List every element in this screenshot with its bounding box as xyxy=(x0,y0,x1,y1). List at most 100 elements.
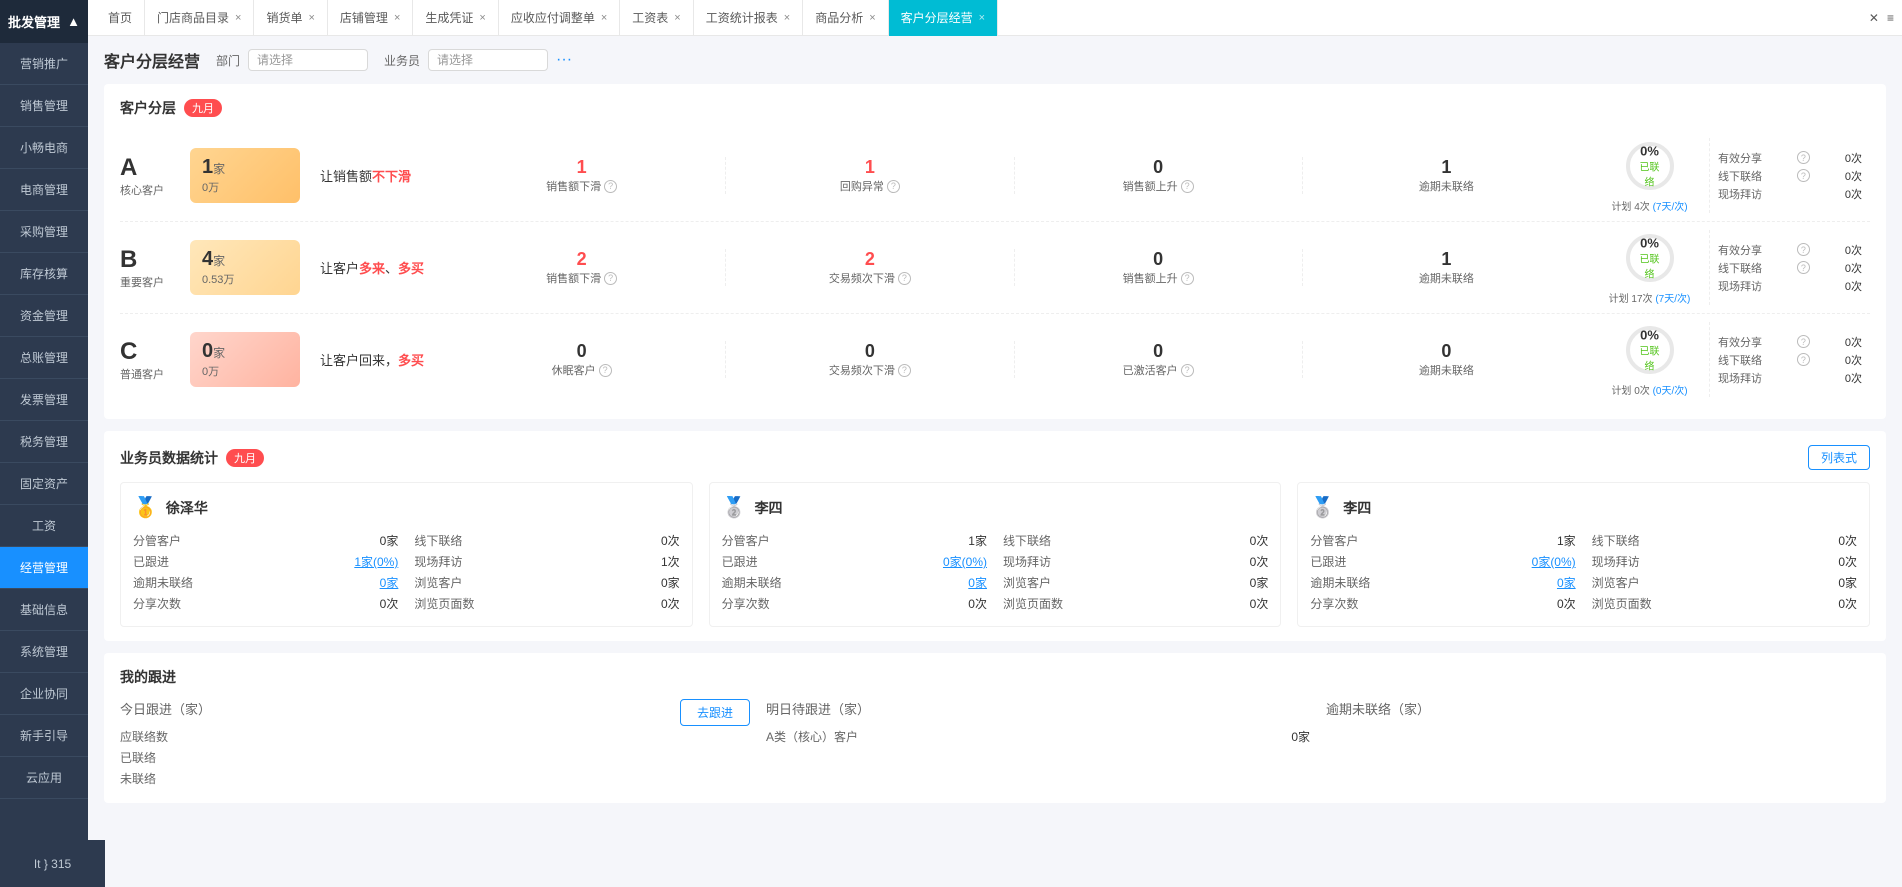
tier-label-B: B重要客户 xyxy=(120,246,190,290)
rep-header-2: 🥈李四 xyxy=(1310,495,1857,520)
tier-circle-C: 0% 已联络 计划 0次 (0天/次) xyxy=(1590,322,1710,397)
list-view-btn[interactable]: 列表式 xyxy=(1808,445,1870,470)
rep-stat-row: 分享次数0次 xyxy=(133,593,398,614)
sidebar-item-发票管理[interactable]: 发票管理 xyxy=(0,379,88,421)
sidebar-item-库存核算[interactable]: 库存核算 xyxy=(0,253,88,295)
follow-today-row-2: 已联络 xyxy=(120,747,664,768)
tab-店铺管理[interactable]: 店铺管理× xyxy=(328,0,413,36)
tier-right-stats-A: 有效分享?0次线下联络?0次现场拜访0次 xyxy=(1710,149,1870,203)
stat-item: 0销售额上升? xyxy=(1015,157,1303,194)
sidebar-item-小畅电商[interactable]: 小畅电商 xyxy=(0,127,88,169)
rep-stat-row: 逾期未联络0家 xyxy=(133,572,398,593)
rep-card-1: 🥈李四分管客户1家已跟进0家(0%)逾期未联络0家分享次数0次线下联络0次现场拜… xyxy=(709,482,1282,627)
right-stat-row: 现场拜访0次 xyxy=(1718,185,1862,203)
tab-close-商品分析[interactable]: × xyxy=(869,12,875,24)
rep-stat-row: 已跟进1家(0%) xyxy=(133,551,398,572)
tab-actions[interactable]: ✕ ≡ xyxy=(1869,11,1894,25)
follow-today-col: 今日跟进（家） 应联络数 已联络 未联络 xyxy=(120,699,664,789)
staff-select[interactable]: 请选择 xyxy=(428,49,548,71)
follow-tomorrow-col: 明日待跟进（家） A类（核心）客户 0家 xyxy=(766,699,1310,747)
page-header: 客户分层经营 部门 请选择 业务员 请选择 ··· xyxy=(104,48,1886,72)
tab-应收应付调整单[interactable]: 应收应付调整单× xyxy=(499,0,620,36)
stat-item: 0逾期未联络 xyxy=(1303,341,1590,378)
content-area: 客户分层经营 部门 请选择 业务员 请选择 ··· 客户分层 九月 A核心客户1 xyxy=(88,36,1902,887)
rep-stat-row: 现场拜访0次 xyxy=(1003,551,1268,572)
tab-close-店铺管理[interactable]: × xyxy=(394,12,400,24)
sidebar-item-新手引导[interactable]: 新手引导 xyxy=(0,715,88,757)
sidebar-item-系统管理[interactable]: 系统管理 xyxy=(0,631,88,673)
rep-stat-row: 线下联络0次 xyxy=(1003,530,1268,551)
sidebar-item-基础信息[interactable]: 基础信息 xyxy=(0,589,88,631)
rep-header-1: 🥈李四 xyxy=(722,495,1269,520)
rep-name-0: 徐泽华 xyxy=(166,498,208,518)
circle-svg-A: 0% 已联络 xyxy=(1622,138,1678,194)
stat-item: 2交易频次下滑? xyxy=(726,249,1014,286)
tab-menu-icon[interactable]: ≡ xyxy=(1887,11,1894,25)
dept-select[interactable]: 请选择 xyxy=(248,49,368,71)
stat-item: 2销售额下滑? xyxy=(438,249,726,286)
sidebar-item-销售管理[interactable]: 销售管理 xyxy=(0,85,88,127)
tab-客户分层经营[interactable]: 客户分层经营× xyxy=(889,0,998,36)
more-filter-btn[interactable]: ··· xyxy=(556,51,572,69)
tab-close-工资统计报表[interactable]: × xyxy=(784,12,790,24)
sidebar-item-固定资产[interactable]: 固定资产 xyxy=(0,463,88,505)
sidebar-item-资金管理[interactable]: 资金管理 xyxy=(0,295,88,337)
tab-生成凭证[interactable]: 生成凭证× xyxy=(413,0,498,36)
follow-today-title: 今日跟进（家） xyxy=(120,699,664,718)
follow-section-title: 我的跟进 xyxy=(120,667,176,687)
right-stat-row: 有效分享?0次 xyxy=(1718,149,1862,167)
tab-销货单[interactable]: 销货单× xyxy=(254,0,327,36)
tab-close-客户分层经营[interactable]: × xyxy=(979,12,985,24)
close-all-icon[interactable]: ✕ xyxy=(1869,11,1879,25)
rep-icon-0: 🥇 xyxy=(133,495,158,520)
sidebar-item-云应用[interactable]: 云应用 xyxy=(0,757,88,799)
rep-icon-2: 🥈 xyxy=(1310,495,1335,520)
customer-section-header: 客户分层 九月 xyxy=(120,98,1870,118)
rep-stat-row: 已跟进0家(0%) xyxy=(1310,551,1575,572)
rep-grid: 🥇徐泽华分管客户0家已跟进1家(0%)逾期未联络0家分享次数0次线下联络0次现场… xyxy=(120,482,1870,627)
biz-section-header: 业务员数据统计 九月 列表式 xyxy=(120,445,1870,470)
status-text: It } 315 xyxy=(34,857,71,871)
rep-stats-grid-2: 分管客户1家已跟进0家(0%)逾期未联络0家分享次数0次线下联络0次现场拜访0次… xyxy=(1310,530,1857,614)
customer-section-title: 客户分层 xyxy=(120,98,176,118)
sidebar-item-采购管理[interactable]: 采购管理 xyxy=(0,211,88,253)
sidebar-item-电商管理[interactable]: 电商管理 xyxy=(0,169,88,211)
tab-close-销货单[interactable]: × xyxy=(308,12,314,24)
page-title: 客户分层经营 xyxy=(104,48,200,72)
tab-商品分析[interactable]: 商品分析× xyxy=(803,0,888,36)
staff-filter: 业务员 请选择 ··· xyxy=(384,49,572,71)
sidebar-item-工资[interactable]: 工资 xyxy=(0,505,88,547)
go-follow-btn[interactable]: 去跟进 xyxy=(680,699,750,726)
tab-工资表[interactable]: 工资表× xyxy=(620,0,693,36)
rep-card-0: 🥇徐泽华分管客户0家已跟进1家(0%)逾期未联络0家分享次数0次线下联络0次现场… xyxy=(120,482,693,627)
sidebar-item-营销推广[interactable]: 营销推广 xyxy=(0,43,88,85)
sidebar-top[interactable]: 批发管理 ▲ xyxy=(0,0,88,43)
right-stat-row: 现场拜访0次 xyxy=(1718,369,1862,387)
right-stat-row: 有效分享?0次 xyxy=(1718,241,1862,259)
sidebar-item-总账管理[interactable]: 总账管理 xyxy=(0,337,88,379)
sidebar-item-企业协同[interactable]: 企业协同 xyxy=(0,673,88,715)
tab-门店商品目录[interactable]: 门店商品目录× xyxy=(145,0,254,36)
rep-stat-row: 浏览页面数0次 xyxy=(1592,593,1857,614)
sidebar-item-经营管理[interactable]: 经营管理 xyxy=(0,547,88,589)
sidebar-collapse-icon[interactable]: ▲ xyxy=(67,14,80,29)
tab-首页[interactable]: 首页 xyxy=(96,0,145,36)
tab-close-应收应付调整单[interactable]: × xyxy=(601,12,607,24)
tab-close-工资表[interactable]: × xyxy=(674,12,680,24)
sidebar-item-税务管理[interactable]: 税务管理 xyxy=(0,421,88,463)
follow-today-row-3: 未联络 xyxy=(120,768,664,789)
rep-stat-row: 分享次数0次 xyxy=(1310,593,1575,614)
tab-close-门店商品目录[interactable]: × xyxy=(235,12,241,24)
tab-工资统计报表[interactable]: 工资统计报表× xyxy=(694,0,803,36)
rep-stat-row: 分享次数0次 xyxy=(722,593,987,614)
rep-header-0: 🥇 徐泽华 xyxy=(133,495,680,520)
stat-item: 1回购异常? xyxy=(726,157,1014,194)
tier-count-A: 1家0万 xyxy=(190,148,300,203)
tier-label-A: A核心客户 xyxy=(120,154,190,198)
go-follow-container: 去跟进 xyxy=(680,699,750,726)
tab-close-生成凭证[interactable]: × xyxy=(479,12,485,24)
rep-stat-row: 分管客户1家 xyxy=(1310,530,1575,551)
rep-name-1: 李四 xyxy=(755,498,783,518)
rep-stat-row: 逾期未联络0家 xyxy=(722,572,987,593)
stat-item: 1销售额下滑? xyxy=(438,157,726,194)
